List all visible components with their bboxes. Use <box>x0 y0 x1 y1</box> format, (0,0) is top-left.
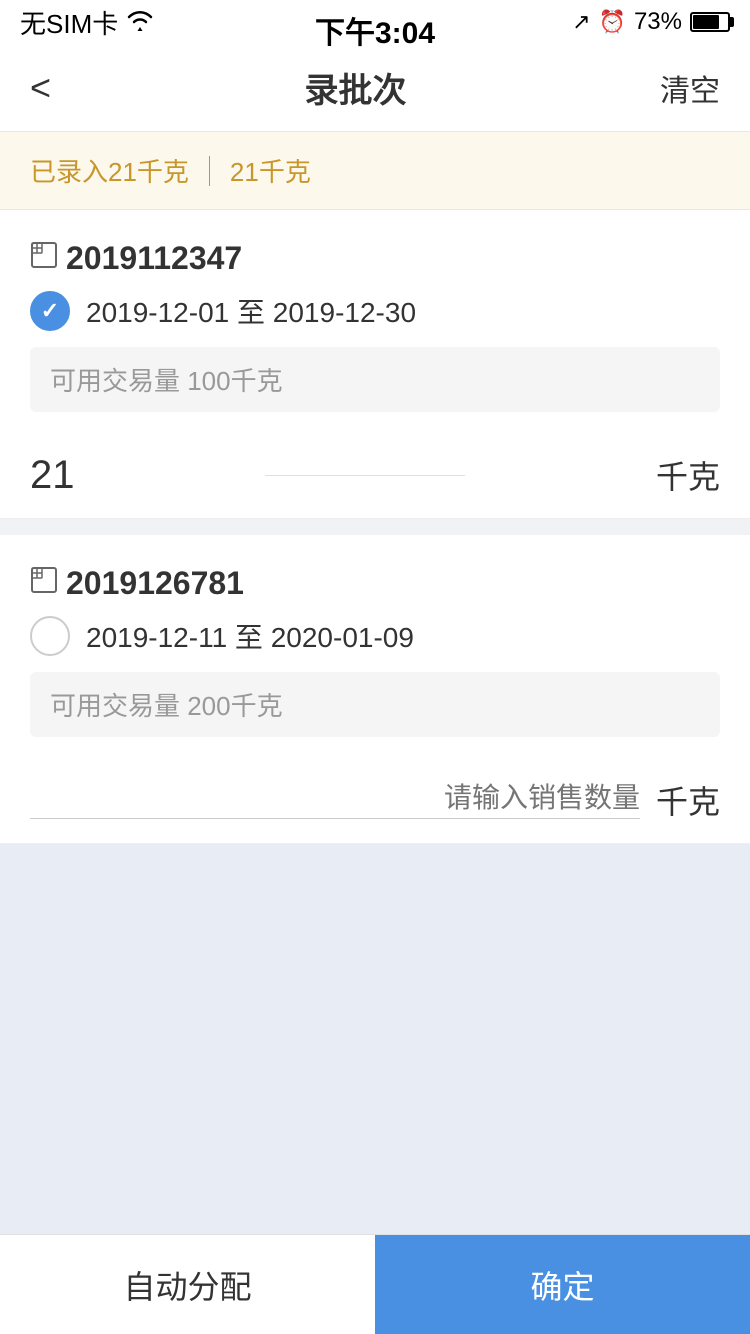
batch2-date: 2019-12-11 至 2020-01-09 <box>86 616 414 656</box>
batch1-date-row[interactable]: 2019-12-01 至 2019-12-30 <box>30 291 720 331</box>
clear-button[interactable]: 清空 <box>660 66 720 110</box>
batch2-available-qty: 可用交易量 200千克 <box>30 672 720 737</box>
batch2-id: 2019126781 <box>66 565 244 602</box>
separator-1 <box>0 519 750 535</box>
batch2-qty-unit: 千克 <box>656 777 720 823</box>
batch1-qty-row: 21 千克 <box>0 432 750 519</box>
total-qty: 21千克 <box>230 152 311 189</box>
status-indicators: ↗ ⏰ 73% <box>572 8 730 36</box>
batch1-radio[interactable] <box>30 291 70 331</box>
nav-bar: < 录批次 清空 <box>0 44 750 132</box>
batch2-id-row: 2019126781 <box>30 565 720 602</box>
batch-item-1: 2019112347 2019-12-01 至 2019-12-30 可用交易量… <box>0 210 750 519</box>
batch2-radio[interactable] <box>30 616 70 656</box>
confirm-button[interactable]: 确定 <box>375 1235 750 1334</box>
battery-icon <box>690 12 730 32</box>
batch1-id-row: 2019112347 <box>30 240 720 277</box>
empty-area <box>0 844 750 1264</box>
battery-percent: 73% <box>634 8 682 36</box>
batch2-date-row[interactable]: 2019-12-11 至 2020-01-09 <box>30 616 720 656</box>
batch1-date: 2019-12-01 至 2019-12-30 <box>86 291 416 331</box>
batch-item-2: 2019126781 2019-12-11 至 2020-01-09 可用交易量… <box>0 535 750 844</box>
batch1-id: 2019112347 <box>66 240 242 277</box>
batch2-qty-underline[interactable] <box>30 782 640 819</box>
page-title: 录批次 <box>305 63 407 112</box>
batch1-available-qty: 可用交易量 100千克 <box>30 347 720 412</box>
batch1-qty-value: 21 <box>30 453 75 498</box>
back-button[interactable]: < <box>30 67 51 109</box>
status-carrier: 无SIM卡 <box>20 4 154 41</box>
banner-divider <box>209 156 210 186</box>
auto-assign-button[interactable]: 自动分配 <box>0 1235 375 1334</box>
alarm-icon: ⏰ <box>599 9 626 35</box>
batch2-qty-row[interactable]: 千克 <box>0 757 750 844</box>
batch2-qty-input[interactable] <box>30 782 640 814</box>
wifi-icon <box>126 7 154 38</box>
bottom-buttons: 自动分配 确定 <box>0 1234 750 1334</box>
batch2-doc-icon <box>30 566 58 601</box>
batch1-qty-unit: 千克 <box>656 452 720 498</box>
status-time: 下午3:04 <box>315 8 435 52</box>
batch1-doc-icon <box>30 241 58 276</box>
status-bar: 无SIM卡 下午3:04 ↗ ⏰ 73% <box>0 0 750 44</box>
carrier-text: 无SIM卡 <box>20 4 118 41</box>
info-banner: 已录入21千克 21千克 <box>0 132 750 210</box>
batch1-qty-divider <box>265 475 465 476</box>
recorded-qty: 已录入21千克 <box>30 152 189 189</box>
location-icon: ↗ <box>572 9 590 35</box>
